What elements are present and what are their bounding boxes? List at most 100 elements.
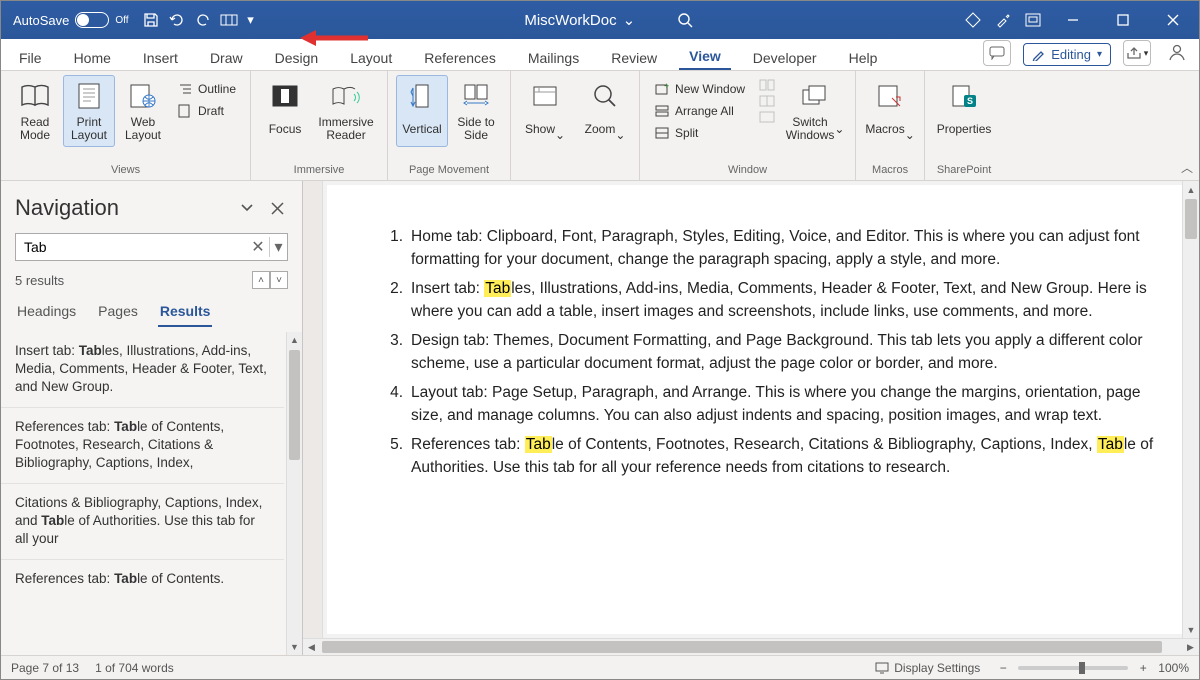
zoom-out-icon[interactable]: − (996, 661, 1010, 675)
button-label: Split (675, 126, 698, 140)
save-icon[interactable] (141, 10, 161, 30)
tab-insert[interactable]: Insert (133, 44, 188, 70)
tab-help[interactable]: Help (839, 44, 888, 70)
list-item: References tab: Table of Contents, Footn… (377, 433, 1162, 479)
editing-mode-button[interactable]: Editing▾ (1023, 43, 1111, 66)
scroll-up-icon[interactable]: ▲ (1183, 181, 1199, 198)
nav-search-box[interactable]: ✕ ▾ (15, 233, 288, 261)
sync-scroll-icon[interactable] (759, 95, 775, 107)
zoom-control[interactable]: − + 100% (996, 661, 1189, 675)
document-title[interactable]: MiscWorkDoc ⌄ (524, 11, 635, 29)
nav-scrollbar[interactable]: ▲ ▼ (286, 332, 302, 655)
scroll-up-icon[interactable]: ▲ (287, 332, 302, 348)
account-icon[interactable] (1163, 38, 1191, 66)
quick-access-icon[interactable] (219, 10, 239, 30)
tab-developer[interactable]: Developer (743, 44, 827, 70)
side-to-side-button[interactable]: Side to Side (450, 75, 502, 147)
scroll-left-icon[interactable]: ◀ (303, 642, 320, 653)
globe-page-icon (127, 80, 159, 112)
redo-icon[interactable] (193, 10, 213, 30)
ribbon-display-icon[interactable] (1023, 10, 1043, 30)
reset-window-icon[interactable] (759, 111, 775, 123)
tab-design[interactable]: Design (265, 44, 329, 70)
word-count[interactable]: 1 of 704 words (95, 661, 174, 675)
zoom-slider[interactable] (1018, 666, 1128, 670)
scroll-down-icon[interactable]: ▼ (1183, 621, 1199, 638)
tab-layout[interactable]: Layout (340, 44, 402, 70)
button-label: Print Layout (66, 116, 112, 142)
autosave-label: AutoSave (13, 13, 69, 28)
draft-button[interactable]: Draft (171, 101, 242, 121)
tab-view[interactable]: View (679, 42, 731, 70)
switch-windows-button[interactable]: Switch Windows ⌄ (783, 75, 847, 147)
scroll-down-icon[interactable]: ▼ (287, 639, 302, 655)
button-label: Read Mode (12, 116, 58, 142)
search-input[interactable] (16, 239, 247, 255)
doc-vertical-scrollbar[interactable]: ▲ ▼ (1182, 181, 1199, 638)
macros-button[interactable]: Macros⌄ (864, 75, 916, 147)
document-page[interactable]: Home tab: Clipboard, Font, Paragraph, St… (327, 185, 1182, 634)
chevron-down-icon[interactable]: ▾ (245, 10, 257, 30)
search-result-item[interactable]: Insert tab: Tables, Illustrations, Add-i… (1, 332, 284, 407)
nav-tab-results[interactable]: Results (158, 299, 213, 327)
display-settings-button[interactable]: Display Settings (875, 661, 980, 675)
share-button[interactable]: ▾ (1123, 40, 1151, 66)
page-indicator[interactable]: Page 7 of 13 (11, 661, 79, 675)
scroll-right-icon[interactable]: ▶ (1182, 642, 1199, 653)
tab-references[interactable]: References (414, 44, 506, 70)
split-button[interactable]: Split (648, 123, 751, 143)
search-result-item[interactable]: References tab: Table of Contents. (1, 559, 284, 599)
prev-result-icon[interactable]: ˄ (252, 271, 270, 289)
brush-icon[interactable] (993, 10, 1013, 30)
nav-tab-headings[interactable]: Headings (15, 299, 78, 327)
tab-draw[interactable]: Draw (200, 44, 253, 70)
maximize-button[interactable] (1103, 1, 1143, 39)
nav-tab-pages[interactable]: Pages (96, 299, 140, 327)
clear-search-icon[interactable]: ✕ (247, 237, 269, 257)
chevron-down-icon[interactable] (236, 197, 258, 219)
properties-button[interactable]: S Properties (933, 75, 995, 147)
doc-horizontal-scrollbar[interactable]: ◀ ▶ (303, 638, 1199, 655)
diamond-icon[interactable] (963, 10, 983, 30)
button-label: Vertical (402, 116, 441, 142)
collapse-ribbon-icon[interactable]: ︿ (1181, 159, 1193, 176)
tab-home[interactable]: Home (64, 44, 121, 70)
tab-review[interactable]: Review (601, 44, 667, 70)
document-area: Home tab: Clipboard, Font, Paragraph, St… (303, 181, 1199, 655)
scroll-thumb[interactable] (1185, 199, 1197, 239)
undo-icon[interactable] (167, 10, 187, 30)
new-window-button[interactable]: +New Window (648, 79, 751, 99)
zoom-button[interactable]: Zoom⌄ (579, 75, 631, 147)
vertical-button[interactable]: Vertical (396, 75, 448, 147)
status-bar: Page 7 of 13 1 of 704 words Display Sett… (1, 655, 1199, 679)
tab-file[interactable]: File (9, 44, 52, 70)
zoom-value[interactable]: 100% (1158, 661, 1189, 675)
scroll-thumb[interactable] (289, 350, 300, 460)
search-result-item[interactable]: References tab: Table of Contents, Footn… (1, 407, 284, 483)
view-side-icon[interactable] (759, 79, 775, 91)
outline-button[interactable]: Outline (171, 79, 242, 99)
web-layout-button[interactable]: Web Layout (117, 75, 169, 147)
immersive-reader-button[interactable]: Immersive Reader (313, 75, 379, 147)
scroll-thumb[interactable] (322, 641, 1162, 653)
ruler-icon (529, 80, 561, 112)
arrange-all-button[interactable]: Arrange All (648, 101, 751, 121)
read-mode-button[interactable]: Read Mode (9, 75, 61, 147)
close-button[interactable] (1153, 1, 1193, 39)
search-result-item[interactable]: Citations & Bibliography, Captions, Inde… (1, 483, 284, 559)
search-options-icon[interactable]: ▾ (269, 237, 287, 257)
svg-text:+: + (664, 83, 669, 91)
comments-button[interactable] (983, 40, 1011, 66)
group-name: Macros (864, 164, 916, 178)
draft-icon (177, 103, 193, 119)
print-layout-button[interactable]: Print Layout (63, 75, 115, 147)
autosave-toggle[interactable]: AutoSave Off (7, 12, 135, 28)
close-pane-icon[interactable] (266, 197, 288, 219)
search-icon[interactable] (675, 10, 695, 30)
focus-button[interactable]: Focus (259, 75, 311, 147)
tab-mailings[interactable]: Mailings (518, 44, 589, 70)
zoom-in-icon[interactable]: + (1136, 661, 1150, 675)
next-result-icon[interactable]: ˅ (270, 271, 288, 289)
show-button[interactable]: Show⌄ (519, 75, 571, 147)
minimize-button[interactable] (1053, 1, 1093, 39)
